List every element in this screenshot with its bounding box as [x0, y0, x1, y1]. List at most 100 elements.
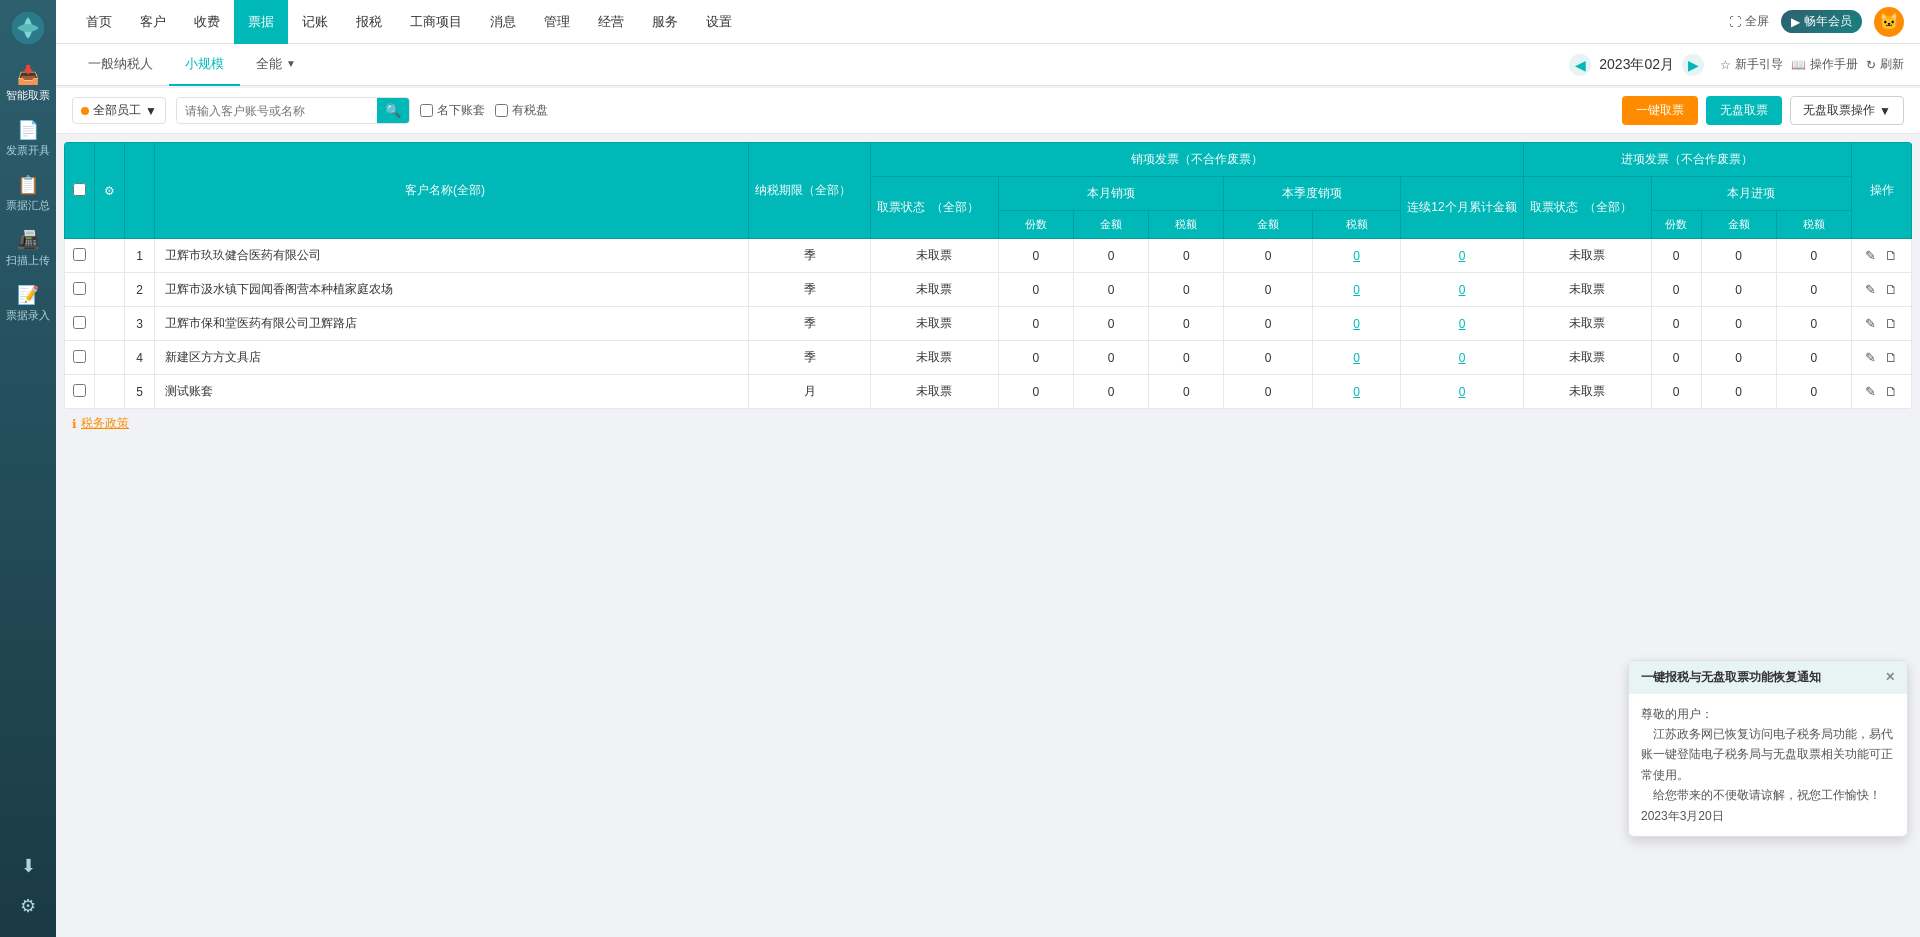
row-sales-12month[interactable]: 0 [1401, 273, 1523, 307]
filter-icon-sales-status[interactable]: ▼ [982, 202, 992, 213]
notification-header: 一键报税与无盘取票功能恢复通知 ✕ [1629, 661, 1907, 694]
has-tax-checkbox[interactable]: 有税盘 [495, 102, 548, 119]
sidebar-item-invoice-entry[interactable]: 📝 票据录入 [0, 276, 56, 331]
filter-icon-period[interactable]: ▼ [854, 185, 864, 196]
subtab-all[interactable]: 全能 ▼ [240, 44, 312, 86]
fullscreen-btn[interactable]: ⛶ 全屏 [1729, 13, 1769, 30]
topnav-bookkeeping[interactable]: 记账 [288, 0, 342, 44]
filter-icon-purchase-status[interactable]: ▼ [1635, 202, 1645, 213]
th-customer-name: 客户名称(全部) ▼ [155, 143, 749, 239]
edit-icon[interactable]: ✎ [1865, 384, 1876, 399]
detail-icon[interactable]: 🗋 [1885, 248, 1898, 263]
subtab-actions: ☆ 新手引导 📖 操作手册 ↻ 刷新 [1720, 56, 1904, 73]
refresh-btn[interactable]: ↻ 刷新 [1866, 56, 1904, 73]
row-checkbox-cell [65, 375, 95, 409]
topnav-business[interactable]: 工商项目 [396, 0, 476, 44]
logo [8, 8, 48, 48]
sidebar-item-download[interactable]: ⬇ [16, 847, 40, 887]
detail-icon[interactable]: 🗋 [1885, 282, 1898, 297]
row-sales-12month[interactable]: 0 [1401, 239, 1523, 273]
topnav-tax[interactable]: 报税 [342, 0, 396, 44]
toolbar-right: 一键取票 无盘取票 无盘取票操作 ▼ [1622, 96, 1904, 125]
notification-panel: 一键报税与无盘取票功能恢复通知 ✕ 尊敬的用户： 江苏政务网已恢复访问电子税务局… [1628, 660, 1908, 837]
topnav-billing[interactable]: 收费 [180, 0, 234, 44]
sidebar-item-issue-invoice[interactable]: 📄 发票开具 [0, 111, 56, 166]
row-purchase-month-amount: 0 [1701, 307, 1776, 341]
topnav-service[interactable]: 服务 [638, 0, 692, 44]
edit-icon[interactable]: ✎ [1865, 248, 1876, 263]
row-purchase-month-shares: 0 [1651, 273, 1701, 307]
row-checkbox[interactable] [73, 316, 86, 329]
row-sales-quarter-tax[interactable]: 0 [1312, 273, 1401, 307]
subtab-general[interactable]: 一般纳税人 [72, 44, 169, 86]
topnav-customer[interactable]: 客户 [126, 0, 180, 44]
one-click-fetch-button[interactable]: 一键取票 [1622, 96, 1698, 125]
row-checkbox[interactable] [73, 350, 86, 363]
chevron-down-icon: ▼ [145, 104, 157, 118]
row-sales-status: 未取票 [870, 273, 998, 307]
row-purchase-month-tax: 0 [1776, 341, 1851, 375]
row-sales-status: 未取票 [870, 341, 998, 375]
sidebar-item-settings[interactable]: ⚙ [16, 887, 40, 927]
new-guide-btn[interactable]: ☆ 新手引导 [1720, 56, 1783, 73]
period-prev-button[interactable]: ◀ [1569, 54, 1591, 76]
no-disk-fetch-button[interactable]: 无盘取票 [1706, 96, 1782, 125]
row-sales-12month[interactable]: 0 [1401, 341, 1523, 375]
th-purchase-status: 取票状态（全部） ▼ [1523, 177, 1651, 239]
user-avatar[interactable]: 🐱 [1874, 7, 1904, 37]
topnav-message[interactable]: 消息 [476, 0, 530, 44]
row-sales-month-tax: 0 [1149, 307, 1224, 341]
row-sales-quarter-tax[interactable]: 0 [1312, 375, 1401, 409]
topnav-settings[interactable]: 设置 [692, 0, 746, 44]
sidebar-item-smart-fetch[interactable]: 📥 智能取票 [0, 56, 56, 111]
invoice-entry-icon: 📝 [17, 284, 39, 306]
row-sales-month-shares: 0 [998, 341, 1073, 375]
notification-body: 尊敬的用户： 江苏政务网已恢复访问电子税务局功能，易代账一键登陆电子税务局与无盘… [1629, 694, 1907, 836]
row-sales-quarter-tax[interactable]: 0 [1312, 239, 1401, 273]
search-button[interactable]: 🔍 [377, 98, 409, 123]
row-sales-quarter-tax[interactable]: 0 [1312, 341, 1401, 375]
edit-icon[interactable]: ✎ [1865, 316, 1876, 331]
row-sales-quarter-tax[interactable]: 0 [1312, 307, 1401, 341]
period-next-button[interactable]: ▶ [1682, 54, 1704, 76]
download-icon: ⬇ [21, 855, 36, 877]
topnav-home[interactable]: 首页 [72, 0, 126, 44]
row-checkbox[interactable] [73, 384, 86, 397]
topnav-operation[interactable]: 经营 [584, 0, 638, 44]
period-label: 2023年02月 [1599, 56, 1674, 74]
select-all-checkbox[interactable] [73, 183, 86, 196]
manual-btn[interactable]: 📖 操作手册 [1791, 56, 1858, 73]
th-sales-group: 销项发票（不合作废票） [870, 143, 1523, 177]
vip-button[interactable]: ▶ 畅年会员 [1781, 10, 1862, 33]
employee-select[interactable]: 全部员工 ▼ [72, 97, 166, 124]
vip-icon: ▶ [1791, 15, 1800, 29]
topnav-invoice[interactable]: 票据 [234, 0, 288, 44]
row-settings-cell [95, 239, 125, 273]
row-sales-12month[interactable]: 0 [1401, 307, 1523, 341]
invoice-table-wrap: ⚙ 客户名称(全部) ▼ 纳税期限（全部） ▼ [64, 142, 1912, 409]
tax-policy-link[interactable]: 税务政策 [81, 415, 129, 432]
detail-icon[interactable]: 🗋 [1885, 384, 1898, 399]
row-sales-12month[interactable]: 0 [1401, 375, 1523, 409]
topnav-management[interactable]: 管理 [530, 0, 584, 44]
row-checkbox[interactable] [73, 282, 86, 295]
invoice-table: ⚙ 客户名称(全部) ▼ 纳税期限（全部） ▼ [64, 142, 1912, 409]
subtab-small[interactable]: 小规模 [169, 44, 240, 86]
subtab-right: ◀ 2023年02月 ▶ ☆ 新手引导 📖 操作手册 ↻ 刷新 [1569, 54, 1904, 76]
notification-close-button[interactable]: ✕ [1885, 670, 1895, 684]
row-sales-month-tax: 0 [1149, 341, 1224, 375]
detail-icon[interactable]: 🗋 [1885, 316, 1898, 331]
my-account-checkbox[interactable]: 名下账套 [420, 102, 485, 119]
row-sales-quarter-amount: 0 [1224, 307, 1313, 341]
detail-icon[interactable]: 🗋 [1885, 350, 1898, 365]
edit-icon[interactable]: ✎ [1865, 350, 1876, 365]
filter-icon[interactable]: ▼ [488, 185, 498, 196]
row-purchase-month-tax: 0 [1776, 239, 1851, 273]
row-checkbox[interactable] [73, 248, 86, 261]
sidebar-item-scan-upload[interactable]: 📠 扫描上传 [0, 221, 56, 276]
sidebar-item-invoice-summary[interactable]: 📋 票据汇总 [0, 166, 56, 221]
edit-icon[interactable]: ✎ [1865, 282, 1876, 297]
row-sales-month-tax: 0 [1149, 273, 1224, 307]
search-input[interactable] [177, 100, 377, 122]
no-disk-operations-button[interactable]: 无盘取票操作 ▼ [1790, 96, 1904, 125]
